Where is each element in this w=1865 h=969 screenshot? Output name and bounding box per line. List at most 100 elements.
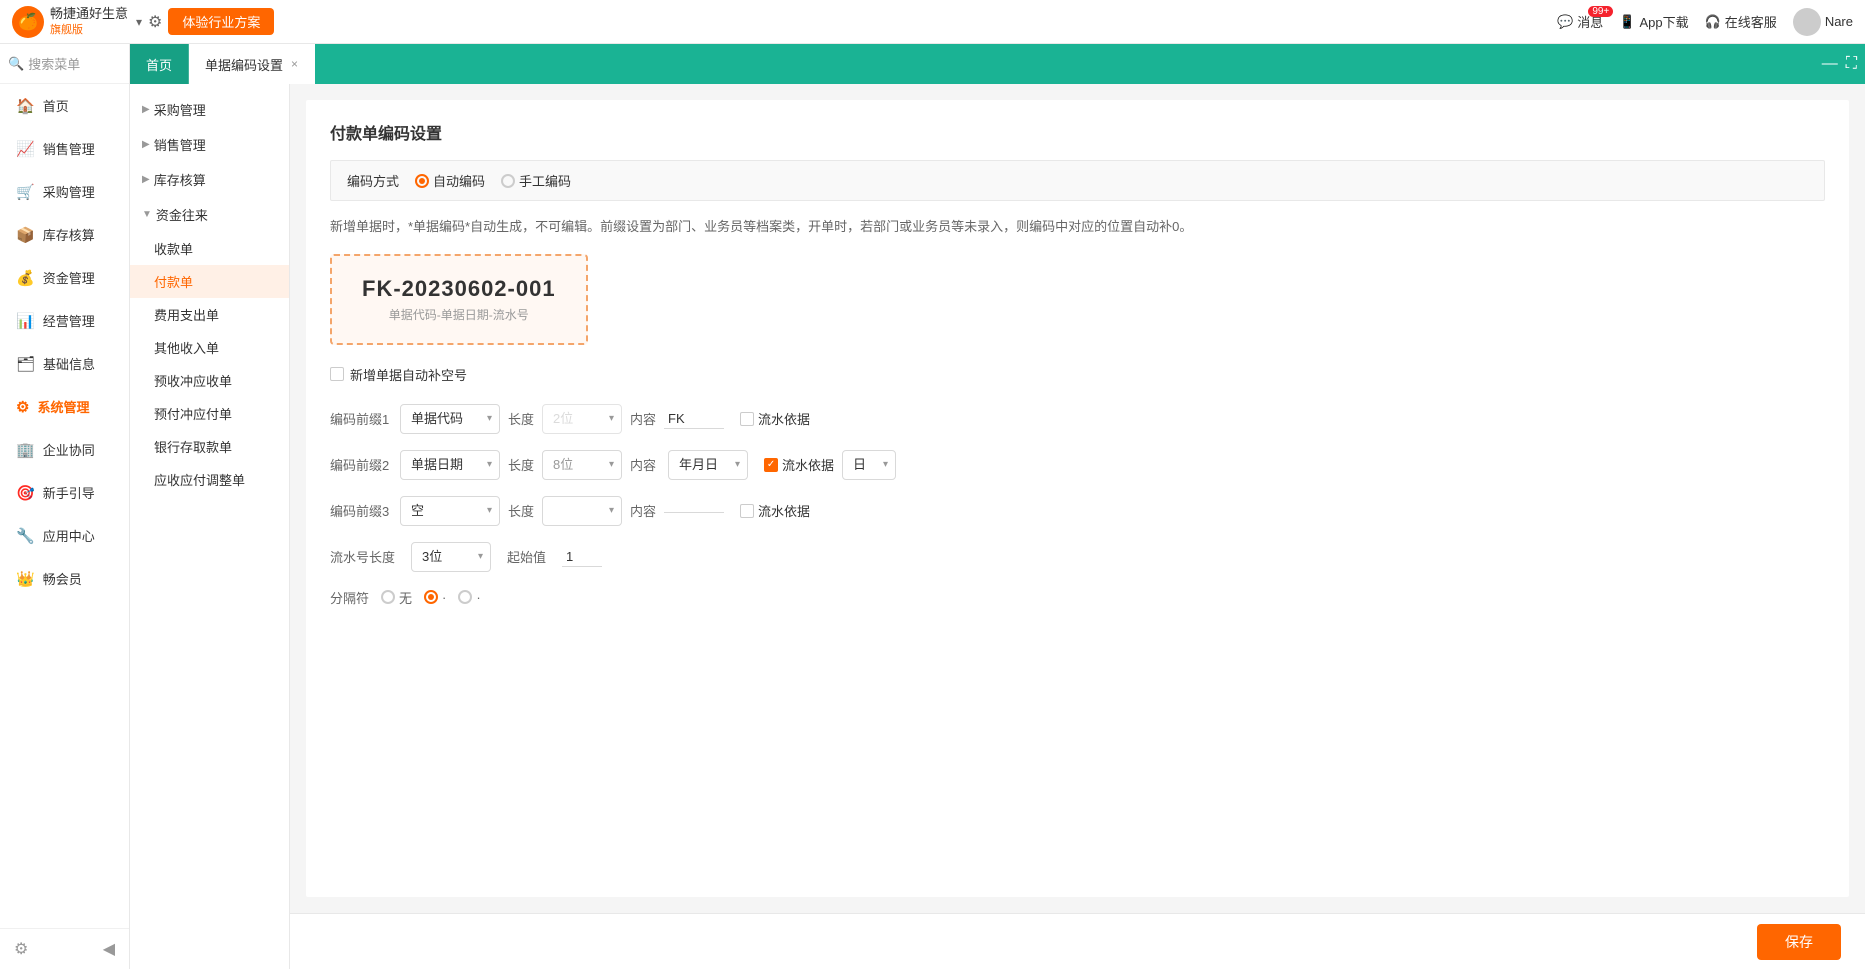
prefix2-day-select[interactable]: 日 [842,450,896,480]
prefix3-select[interactable]: 空 [400,496,500,526]
sep-radio-dot[interactable]: · [424,590,446,605]
sidebar-item-label: 新手引导 [43,483,95,502]
prefix1-content-value: FK [664,409,724,429]
sidebar-item-home[interactable]: 🏠 首页 [0,84,129,127]
prefix3-stream-check[interactable]: 流水依据 [740,501,810,520]
sidebar-item-finance[interactable]: 💰 资金管理 [0,256,129,299]
sec-nav-item-adjust[interactable]: 应收应付调整单 [130,463,289,496]
prefix2-content-select[interactable]: 年月日 [668,450,748,480]
sec-nav-item-expense[interactable]: 费用支出单 [130,298,289,331]
sec-nav-item-payment[interactable]: 付款单 [130,265,289,298]
prefix3-length-label: 长度 [508,501,534,520]
auto-encode-radio[interactable]: 自动编码 [415,171,485,190]
expand-icon[interactable]: ⛶ [1846,55,1857,73]
sidebar-item-system[interactable]: ⚙ 系统管理 [0,385,129,428]
prefix3-content-label: 内容 [630,501,656,520]
sidebar-item-sales[interactable]: 📈 销售管理 [0,127,129,170]
prefix2-stream-check[interactable]: ✓ 流水依据 [764,455,834,474]
sec-nav-header-sales[interactable]: ▶ 销售管理 [130,127,289,162]
sec-nav-group-purchase: ▶ 采购管理 [130,92,289,127]
prefix3-stream-label: 流水依据 [758,501,810,520]
basic-icon: 🗂 [16,355,35,373]
app-download-button[interactable]: 📱 App下载 [1619,12,1688,31]
encoding-method-section: 编码方式 自动编码 手工编码 [330,160,1825,201]
prefix1-length-wrapper: 2位 ▾ [542,404,622,434]
home-icon: 🏠 [16,97,35,115]
user-profile[interactable]: Nare [1793,8,1853,36]
sec-nav-sales-label: 销售管理 [154,135,206,154]
sidebar-search[interactable]: 🔍 搜索菜单 [0,44,129,84]
prefix3-label: 编码前缀3 [330,501,400,520]
sidebar-item-label: 畅会员 [43,569,82,588]
sec-nav-header-purchase[interactable]: ▶ 采购管理 [130,92,289,127]
prefix3-stream-checkbox[interactable] [740,504,754,518]
finance-icon: 💰 [16,269,35,287]
sidebar-item-operations[interactable]: 📊 经营管理 [0,299,129,342]
purchase-icon: 🛒 [16,183,35,201]
prefix1-select[interactable]: 单据代码 [400,404,500,434]
collapse-icon[interactable]: ◀ [103,939,115,959]
sidebar-item-apps[interactable]: 🔧 应用中心 [0,514,129,557]
sec-nav-header-finance[interactable]: ▼ 资金往来 [130,197,289,232]
online-service-button[interactable]: 🎧 在线客服 [1705,12,1777,31]
sep-radio-dash[interactable]: · [458,590,480,605]
save-button[interactable]: 保存 [1757,924,1841,960]
sec-nav-header-inventory[interactable]: ▶ 库存核算 [130,162,289,197]
tab-current[interactable]: 单据编码设置 × [189,44,315,84]
sidebar-item-member[interactable]: 👑 畅会员 [0,557,129,600]
code-preview-box: FK-20230602-001 单据代码-单据日期-流水号 [330,254,588,345]
sec-nav-group-sales: ▶ 销售管理 [130,127,289,162]
panel-content: 付款单编码设置 编码方式 自动编码 手工编码 [306,100,1849,897]
settings-gear-icon[interactable]: ⚙ [148,12,162,32]
prefix2-content-wrapper: 年月日 ▾ [668,450,748,480]
sidebar-item-enterprise[interactable]: 🏢 企业协同 [0,428,129,471]
tab-close-icon[interactable]: × [291,57,298,71]
serial-row: 流水号长度 3位 ▾ 起始值 1 [330,542,1825,572]
prefix1-stream-checkbox[interactable] [740,412,754,426]
guide-icon: 🎯 [16,484,35,502]
sep-radio-none[interactable]: 无 [381,588,412,607]
sidebar-item-basic[interactable]: 🗂 基础信息 [0,342,129,385]
search-icon: 🔍 [8,56,24,72]
prefix1-stream-check[interactable]: 流水依据 [740,409,810,428]
sidebar: 🔍 搜索菜单 🏠 首页 📈 销售管理 🛒 采购管理 📦 库存核算 💰 资金管理 … [0,44,130,969]
settings-bottom-icon[interactable]: ⚙ [14,939,28,959]
prefix1-label: 编码前缀1 [330,409,400,428]
sec-nav-item-receipt[interactable]: 收款单 [130,232,289,265]
sidebar-item-guide[interactable]: 🎯 新手引导 [0,471,129,514]
tab-home[interactable]: 首页 [130,44,189,84]
sidebar-item-purchase[interactable]: 🛒 采购管理 [0,170,129,213]
messages-button[interactable]: 💬 消息 99+ [1557,12,1603,31]
trial-button[interactable]: 体验行业方案 [168,8,274,35]
config-row-prefix1: 编码前缀1 单据代码 ▾ 长度 2位 ▾ [330,404,1825,434]
auto-fill-checkbox[interactable] [330,367,344,381]
sidebar-item-label: 销售管理 [43,139,95,158]
sec-nav-item-other-income[interactable]: 其他收入单 [130,331,289,364]
dropdown-arrow-icon[interactable]: ▾ [136,15,142,29]
manual-encode-radio[interactable]: 手工编码 [501,171,571,190]
prefix2-length-select[interactable]: 8位 [542,450,622,480]
prefix1-select-wrapper: 单据代码 ▾ [400,404,500,434]
sec-nav-item-prepay-receive[interactable]: 预收冲应收单 [130,364,289,397]
sidebar-item-label: 经营管理 [43,311,95,330]
minimize-icon[interactable]: — [1822,55,1838,73]
prefix2-content-label: 内容 [630,455,656,474]
prefix2-stream-checkbox[interactable]: ✓ [764,458,778,472]
sidebar-item-inventory[interactable]: 📦 库存核算 [0,213,129,256]
serial-length-select[interactable]: 3位 [411,542,491,572]
prefix2-select[interactable]: 单据日期 [400,450,500,480]
sidebar-item-label: 系统管理 [37,397,89,416]
page-title: 付款单编码设置 [330,120,1825,144]
user-avatar [1793,8,1821,36]
enterprise-icon: 🏢 [16,441,35,459]
sec-nav-item-prepay-pay[interactable]: 预付冲应付单 [130,397,289,430]
auto-encode-dot [415,174,429,188]
sec-nav-item-bank[interactable]: 银行存取款单 [130,430,289,463]
tabs-bar-right: — ⛶ [1822,55,1865,73]
manual-encode-label: 手工编码 [519,171,571,190]
main-panel: 付款单编码设置 编码方式 自动编码 手工编码 [290,84,1865,969]
config-row-prefix3: 编码前缀3 空 ▾ 长度 ▾ [330,496,1825,526]
prefix3-length-select[interactable] [542,496,622,526]
serial-start-label: 起始值 [507,547,546,566]
prefix1-length-select[interactable]: 2位 [542,404,622,434]
